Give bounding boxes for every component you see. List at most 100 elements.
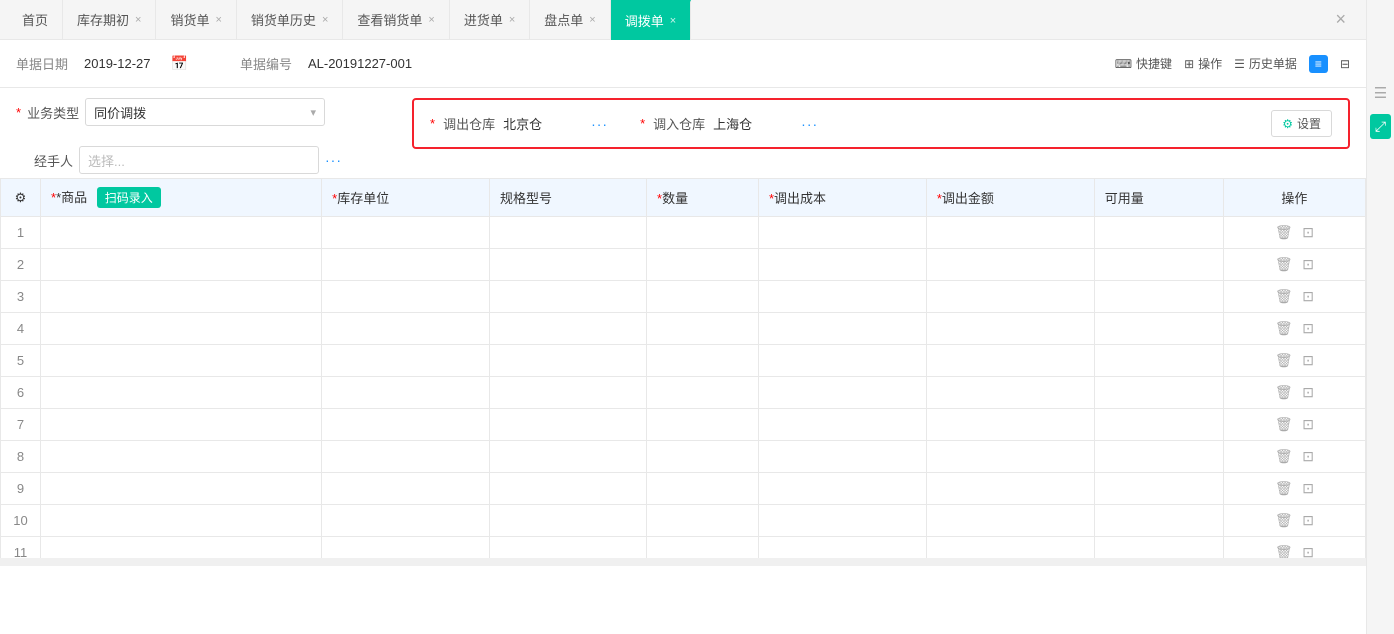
- tab-inventory-count[interactable]: 盘点单 ×: [530, 0, 610, 40]
- copy-icon[interactable]: ⊡: [1302, 352, 1314, 368]
- layout1-button[interactable]: ≡: [1309, 55, 1328, 73]
- delete-icon[interactable]: 🗑: [1275, 544, 1293, 558]
- business-type-row: * 业务类型 同价调拨 ▾: [16, 98, 396, 126]
- close-tab-transfer-order[interactable]: ×: [670, 15, 676, 27]
- number-value: AL-20191227-001: [308, 56, 412, 71]
- person-field: 经手人 选择... ···: [16, 146, 342, 174]
- copy-icon[interactable]: ⊡: [1302, 448, 1314, 464]
- tab-sales-order[interactable]: 销货单 ×: [156, 0, 236, 40]
- person-input[interactable]: 选择...: [79, 146, 319, 174]
- form-area: * 业务类型 同价调拨 ▾ 经手人 选择... ···: [0, 88, 1366, 178]
- tab-transfer-order[interactable]: 调拨单 ×: [611, 0, 691, 40]
- row-2-spec[interactable]: [490, 249, 647, 281]
- row-1-spec[interactable]: [490, 217, 647, 249]
- warehouse-in-value: 上海仓: [713, 114, 793, 133]
- operations-icon: ⊞: [1184, 57, 1194, 71]
- shortcuts-button[interactable]: ⌨ 快捷键: [1115, 55, 1172, 72]
- delete-icon[interactable]: 🗑: [1275, 224, 1293, 240]
- history-button[interactable]: ☰ 历史单据: [1234, 55, 1297, 72]
- operations-button[interactable]: ⊞ 操作: [1184, 55, 1222, 72]
- copy-icon[interactable]: ⊡: [1302, 256, 1314, 272]
- copy-icon[interactable]: ⊡: [1302, 288, 1314, 304]
- date-value: 2019-12-27: [84, 56, 151, 71]
- gear-col-icon[interactable]: ⚙: [15, 190, 27, 205]
- row-2-available: [1094, 249, 1223, 281]
- copy-icon[interactable]: ⊡: [1302, 512, 1314, 528]
- row-1-unit[interactable]: [322, 217, 490, 249]
- settings-button[interactable]: ⚙ 设置: [1271, 110, 1332, 137]
- row-2-qty[interactable]: [647, 249, 759, 281]
- sidebar-expand-icon[interactable]: ⤢: [1370, 114, 1391, 139]
- calendar-icon[interactable]: 📅: [171, 55, 188, 72]
- col-qty: *数量: [647, 179, 759, 217]
- warehouse-in-label: 调入仓库: [653, 114, 705, 133]
- toolbar-right: ⌨ 快捷键 ⊞ 操作 ☰ 历史单据 ≡ ⊟: [1115, 55, 1350, 73]
- person-more-icon[interactable]: ···: [325, 152, 342, 168]
- close-tab-sales-order[interactable]: ×: [215, 14, 221, 26]
- copy-icon[interactable]: ⊡: [1302, 384, 1314, 400]
- row-1-product[interactable]: [41, 217, 322, 249]
- col-operations: 操作: [1223, 179, 1365, 217]
- close-tab-purchase-order[interactable]: ×: [509, 14, 515, 26]
- number-label: 单据编号: [240, 54, 292, 73]
- layout1-icon: ≡: [1315, 57, 1322, 71]
- row-1-amount[interactable]: [926, 217, 1094, 249]
- row-num-3: 3: [1, 281, 41, 313]
- delete-icon[interactable]: 🗑: [1275, 448, 1293, 464]
- delete-icon[interactable]: 🗑: [1275, 288, 1293, 304]
- delete-icon[interactable]: 🗑: [1275, 320, 1293, 336]
- tab-purchase-order[interactable]: 进货单 ×: [450, 0, 530, 40]
- warehouse-in-more-icon[interactable]: ···: [801, 116, 818, 132]
- table-row: 5 🗑 ⊡: [1, 345, 1366, 377]
- col-available: 可用量: [1094, 179, 1223, 217]
- row-2-amount[interactable]: [926, 249, 1094, 281]
- scan-button[interactable]: 扫码录入: [97, 187, 161, 208]
- delete-icon[interactable]: 🗑: [1275, 352, 1293, 368]
- business-type-label: 业务类型: [27, 103, 79, 122]
- close-tab-inventory-count[interactable]: ×: [589, 14, 595, 26]
- close-tab-view-sales[interactable]: ×: [428, 14, 434, 26]
- business-type-field: * 业务类型 同价调拨 ▾: [16, 98, 325, 126]
- tab-inventory-init[interactable]: 库存期初 ×: [63, 0, 156, 40]
- close-tab-sales-history[interactable]: ×: [322, 14, 328, 26]
- row-num-1: 1: [1, 217, 41, 249]
- delete-icon[interactable]: 🗑: [1275, 384, 1293, 400]
- business-type-input[interactable]: 同价调拨 ▾: [85, 98, 325, 126]
- warehouse-out-more-icon[interactable]: ···: [591, 116, 608, 132]
- person-label: 经手人: [34, 151, 73, 170]
- layout2-button[interactable]: ⊟: [1340, 57, 1350, 71]
- copy-icon[interactable]: ⊡: [1302, 224, 1314, 240]
- settings-area: ⚙ 设置: [1271, 110, 1332, 137]
- row-2-unit[interactable]: [322, 249, 490, 281]
- horizontal-scrollbar[interactable]: [0, 558, 1366, 566]
- col-amount: *调出金额: [926, 179, 1094, 217]
- col-unit: *库存单位: [322, 179, 490, 217]
- delete-icon[interactable]: 🗑: [1275, 416, 1293, 432]
- close-window-button[interactable]: ×: [1323, 9, 1358, 30]
- tab-home[interactable]: 首页: [8, 0, 63, 40]
- row-2-cost[interactable]: [758, 249, 926, 281]
- copy-icon[interactable]: ⊡: [1302, 544, 1314, 558]
- copy-icon[interactable]: ⊡: [1302, 320, 1314, 336]
- sidebar-list-icon[interactable]: ☰: [1370, 80, 1391, 106]
- required-star-business: *: [16, 105, 21, 120]
- col-cost: *调出成本: [758, 179, 926, 217]
- business-type-value: 同价调拨: [94, 103, 146, 122]
- history-icon: ☰: [1234, 57, 1245, 71]
- row-1-qty[interactable]: [647, 217, 759, 249]
- row-1-available: [1094, 217, 1223, 249]
- delete-icon[interactable]: 🗑: [1275, 256, 1293, 272]
- table-row: 7 🗑 ⊡: [1, 409, 1366, 441]
- copy-icon[interactable]: ⊡: [1302, 480, 1314, 496]
- required-star-in: *: [640, 116, 645, 131]
- col-gear[interactable]: ⚙: [1, 179, 41, 217]
- delete-icon[interactable]: 🗑: [1275, 512, 1293, 528]
- row-1-cost[interactable]: [758, 217, 926, 249]
- row-2-product[interactable]: [41, 249, 322, 281]
- close-tab-inventory-init[interactable]: ×: [135, 14, 141, 26]
- tab-sales-history[interactable]: 销货单历史 ×: [237, 0, 343, 40]
- tab-view-sales[interactable]: 查看销货单 ×: [343, 0, 449, 40]
- copy-icon[interactable]: ⊡: [1302, 416, 1314, 432]
- delete-icon[interactable]: 🗑: [1275, 480, 1293, 496]
- warehouse-out-value: 北京仓: [503, 114, 583, 133]
